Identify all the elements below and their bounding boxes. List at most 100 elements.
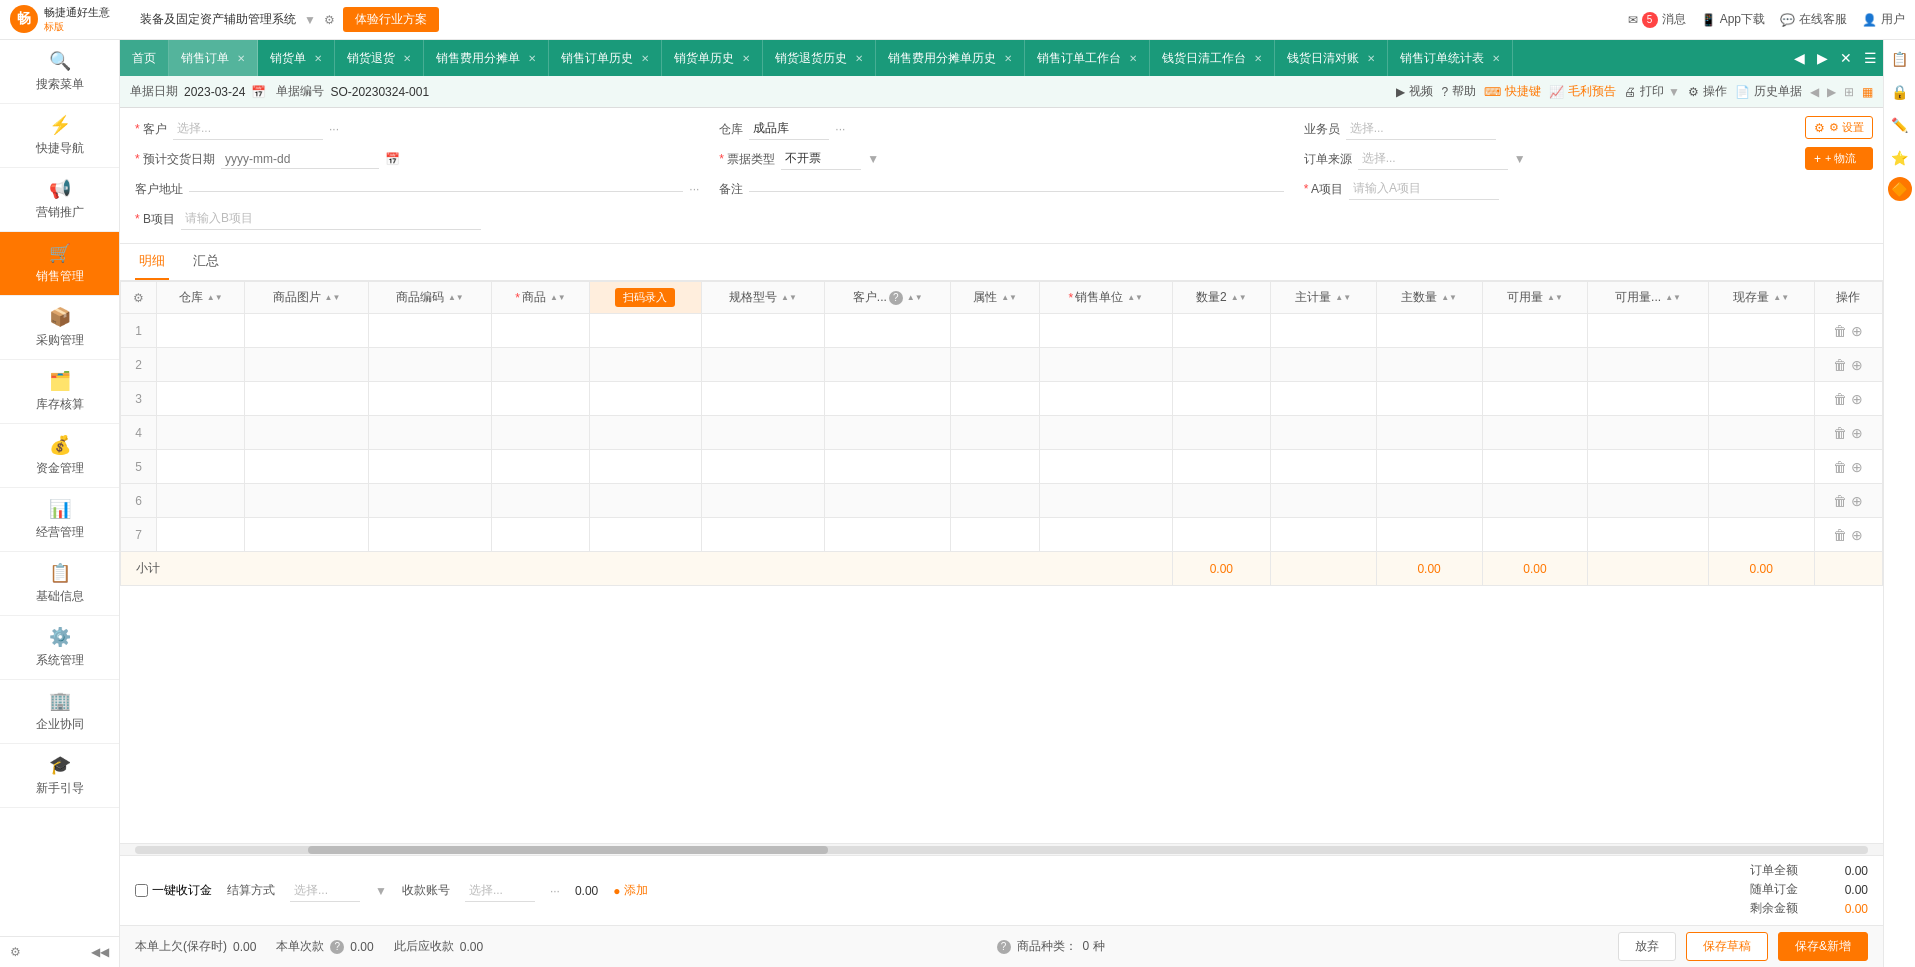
row-7-product[interactable]	[491, 518, 589, 552]
row-3-image[interactable]	[245, 382, 368, 416]
toolbar-nav-next[interactable]: ▶	[1827, 85, 1836, 99]
view-btn[interactable]: ▶ 视频	[1396, 83, 1433, 100]
one-click-checkbox[interactable]: 一键收订金	[135, 882, 212, 899]
row-6-qty2[interactable]	[1172, 484, 1270, 518]
collection-more[interactable]: ···	[550, 884, 560, 898]
warehouse-value[interactable]: 成品库	[749, 118, 829, 140]
tab-detail[interactable]: 明细	[135, 244, 169, 280]
row-1-customer-code[interactable]	[825, 314, 951, 348]
row-4-image[interactable]	[245, 416, 368, 450]
settlement-select[interactable]: 选择...	[290, 880, 360, 902]
row-5-image[interactable]	[245, 450, 368, 484]
sidebar-item-basic[interactable]: 📋 基础信息	[0, 552, 119, 616]
row-2-attr[interactable]	[951, 348, 1039, 382]
row-5-attr[interactable]	[951, 450, 1039, 484]
row-2-image[interactable]	[245, 348, 368, 382]
tab-close-return[interactable]: ✕	[403, 53, 411, 64]
customer-more[interactable]: ···	[329, 122, 339, 136]
order-source-input[interactable]: 选择...	[1358, 148, 1508, 170]
tab-expense-split[interactable]: 销售费用分摊单 ✕	[424, 40, 549, 76]
sort-warehouse[interactable]: ▲▼	[207, 293, 223, 302]
save-new-button[interactable]: 保存&新增	[1778, 932, 1868, 961]
row-1-qty2[interactable]	[1172, 314, 1270, 348]
row-1-unit[interactable]	[1039, 314, 1172, 348]
sidebar-item-guide[interactable]: ⚡ 快捷导航	[0, 104, 119, 168]
scan-button[interactable]: 扫码录入	[615, 288, 675, 307]
row-2-product[interactable]	[491, 348, 589, 382]
sort-code[interactable]: ▲▼	[448, 293, 464, 302]
tab-close-return-history[interactable]: ✕	[855, 53, 863, 64]
nav-close-all[interactable]: ✕	[1834, 40, 1858, 76]
online-support-btn[interactable]: 💬 在线客服	[1780, 11, 1847, 28]
add-logistics-button[interactable]: + + 物流	[1805, 147, 1873, 170]
right-icon-edit[interactable]: ✏️	[1886, 111, 1914, 139]
user-btn[interactable]: 👤 用户	[1862, 11, 1905, 28]
settlement-dropdown[interactable]: ▼	[375, 884, 387, 898]
row-7-code[interactable]	[368, 518, 491, 552]
shortcut-btn[interactable]: ⌨ 快捷键	[1484, 83, 1541, 100]
row-5-copy-icon[interactable]: ⊕	[1851, 459, 1863, 475]
sidebar-settings-icon[interactable]: ⚙	[10, 945, 21, 959]
sort-main-qty[interactable]: ▲▼	[1441, 293, 1457, 302]
row-1-attr[interactable]	[951, 314, 1039, 348]
row-6-spec[interactable]	[701, 484, 824, 518]
row-6-warehouse[interactable]	[157, 484, 245, 518]
row-7-unit[interactable]	[1039, 518, 1172, 552]
row-3-customer-code[interactable]	[825, 382, 951, 416]
tab-return-history[interactable]: 销货退货历史 ✕	[763, 40, 876, 76]
solution-button[interactable]: 体验行业方案	[343, 7, 439, 32]
row-6-customer-code[interactable]	[825, 484, 951, 518]
row-2-warehouse[interactable]	[157, 348, 245, 382]
save-draft-button[interactable]: 保存草稿	[1686, 932, 1768, 961]
row-1-delete-icon[interactable]: 🗑	[1833, 323, 1847, 339]
row-7-main-qty[interactable]	[1376, 518, 1482, 552]
nav-next[interactable]: ▶	[1811, 40, 1834, 76]
row-2-qty2[interactable]	[1172, 348, 1270, 382]
sidebar-item-sales[interactable]: 🛒 销售管理	[0, 232, 119, 296]
tab-close-order-history[interactable]: ✕	[641, 53, 649, 64]
row-3-code[interactable]	[368, 382, 491, 416]
row-2-unit[interactable]	[1039, 348, 1172, 382]
delivery-calendar-icon[interactable]: 📅	[385, 152, 400, 166]
sort-main-unit[interactable]: ▲▼	[1335, 293, 1351, 302]
tab-invoice-history[interactable]: 销货单历史 ✕	[662, 40, 763, 76]
address-input[interactable]	[189, 187, 683, 192]
row-3-product[interactable]	[491, 382, 589, 416]
address-more[interactable]: ···	[689, 182, 699, 196]
sort-available2[interactable]: ▲▼	[1665, 293, 1681, 302]
sidebar-collapse-icon[interactable]: ◀◀	[91, 945, 109, 959]
warehouse-more[interactable]: ···	[835, 122, 845, 136]
row-4-customer-code[interactable]	[825, 416, 951, 450]
add-button[interactable]: ● 添加	[613, 882, 647, 899]
tab-close-invoice-history[interactable]: ✕	[742, 53, 750, 64]
tab-order-workbench[interactable]: 销售订单工作台 ✕	[1025, 40, 1150, 76]
row-7-image[interactable]	[245, 518, 368, 552]
row-1-spec[interactable]	[701, 314, 824, 348]
row-3-copy-icon[interactable]: ⊕	[1851, 391, 1863, 407]
history-btn[interactable]: 📄 历史单据	[1735, 83, 1802, 100]
print-btn[interactable]: 🖨 打印 ▼	[1624, 83, 1680, 100]
delivery-input[interactable]	[221, 150, 379, 169]
row-1-image[interactable]	[245, 314, 368, 348]
toolbar-nav-prev[interactable]: ◀	[1810, 85, 1819, 99]
row-4-qty2[interactable]	[1172, 416, 1270, 450]
tab-close-cash-reconcile[interactable]: ✕	[1367, 53, 1375, 64]
row-2-code[interactable]	[368, 348, 491, 382]
invoice-value[interactable]: 不开票	[781, 148, 861, 170]
sort-qty2[interactable]: ▲▼	[1231, 293, 1247, 302]
row-6-image[interactable]	[245, 484, 368, 518]
sort-spec[interactable]: ▲▼	[781, 293, 797, 302]
row-5-product[interactable]	[491, 450, 589, 484]
row-5-unit[interactable]	[1039, 450, 1172, 484]
tab-sales-order[interactable]: 销售订单 ✕	[169, 40, 258, 76]
row-5-spec[interactable]	[701, 450, 824, 484]
row-7-delete-icon[interactable]: 🗑	[1833, 527, 1847, 543]
toolbar-layout-icon[interactable]: ▦	[1862, 85, 1873, 99]
tab-close-order-workbench[interactable]: ✕	[1129, 53, 1137, 64]
sidebar-item-purchase[interactable]: 📦 采购管理	[0, 296, 119, 360]
row-3-delete-icon[interactable]: 🗑	[1833, 391, 1847, 407]
row-3-unit[interactable]	[1039, 382, 1172, 416]
row-6-code[interactable]	[368, 484, 491, 518]
row-3-spec[interactable]	[701, 382, 824, 416]
right-icon-list[interactable]: 📋	[1886, 45, 1914, 73]
